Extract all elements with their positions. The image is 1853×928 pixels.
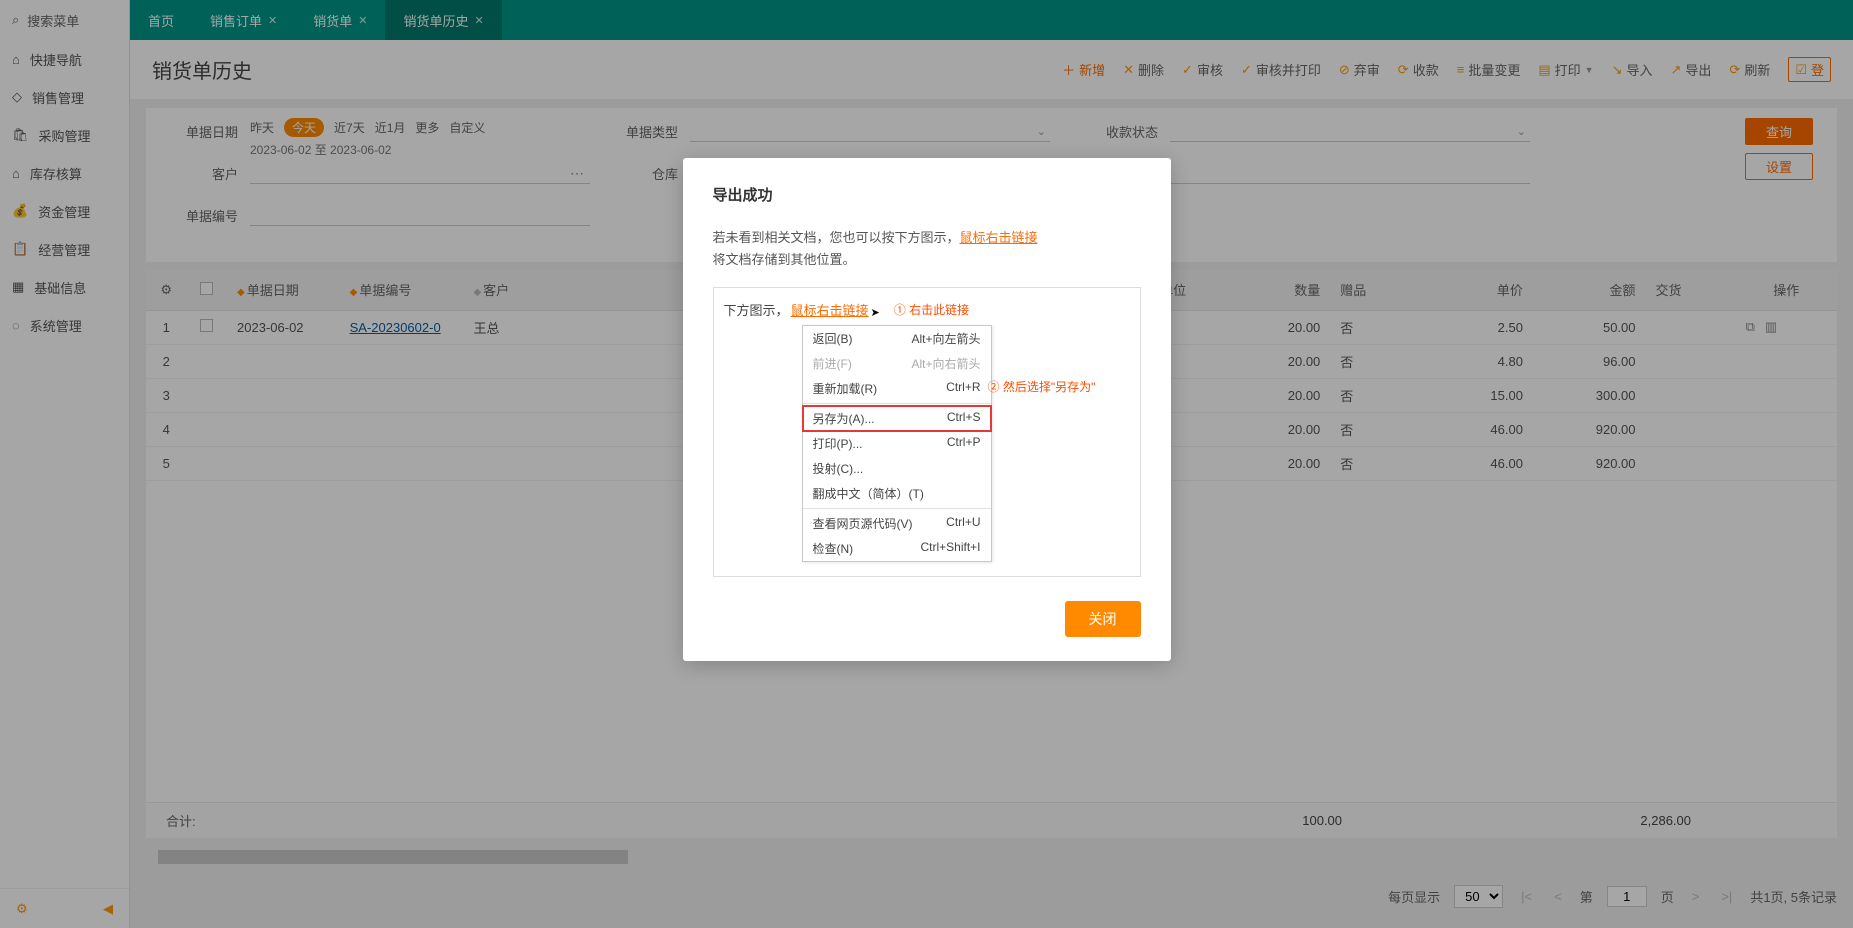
ctx-item: 检查(N)Ctrl+Shift+I: [803, 536, 991, 561]
demo-link: 鼠标右击链接: [791, 300, 869, 319]
right-click-link[interactable]: 鼠标右击链接: [960, 230, 1038, 245]
ctx-item: 返回(B)Alt+向左箭头: [803, 326, 991, 351]
ctx-item: 投射(C)...: [803, 456, 991, 481]
ctx-item: 打印(P)...Ctrl+P: [803, 431, 991, 456]
modal-body-text: 若未看到相关文档，您也可以按下方图示，鼠标右击链接 将文档存储到其他位置。: [713, 227, 1141, 271]
ctx-item: 另存为(A)...Ctrl+S: [802, 405, 992, 432]
ctx-item: 翻成中文（简体）(T): [803, 481, 991, 506]
context-menu-demo: 返回(B)Alt+向左箭头前进(F)Alt+向右箭头重新加载(R)Ctrl+R 另…: [802, 325, 992, 562]
close-button[interactable]: 关闭: [1065, 601, 1141, 637]
demo-illustration: 下方图示，鼠标右击链接 ➤ ① 右击此链接 返回(B)Alt+向左箭头前进(F)…: [713, 287, 1141, 577]
tip-1: ① 右击此链接: [894, 301, 969, 318]
cursor-icon: ➤: [871, 306, 880, 319]
modal-title: 导出成功: [713, 184, 1141, 205]
ctx-item: 重新加载(R)Ctrl+R: [803, 376, 991, 401]
modal-overlay: 导出成功 若未看到相关文档，您也可以按下方图示，鼠标右击链接 将文档存储到其他位…: [0, 0, 1853, 928]
ctx-item: 前进(F)Alt+向右箭头: [803, 351, 991, 376]
tip-2: ② 然后选择"另存为": [988, 378, 1096, 395]
export-success-modal: 导出成功 若未看到相关文档，您也可以按下方图示，鼠标右击链接 将文档存储到其他位…: [683, 158, 1171, 661]
ctx-item: 查看网页源代码(V)Ctrl+U: [803, 511, 991, 536]
